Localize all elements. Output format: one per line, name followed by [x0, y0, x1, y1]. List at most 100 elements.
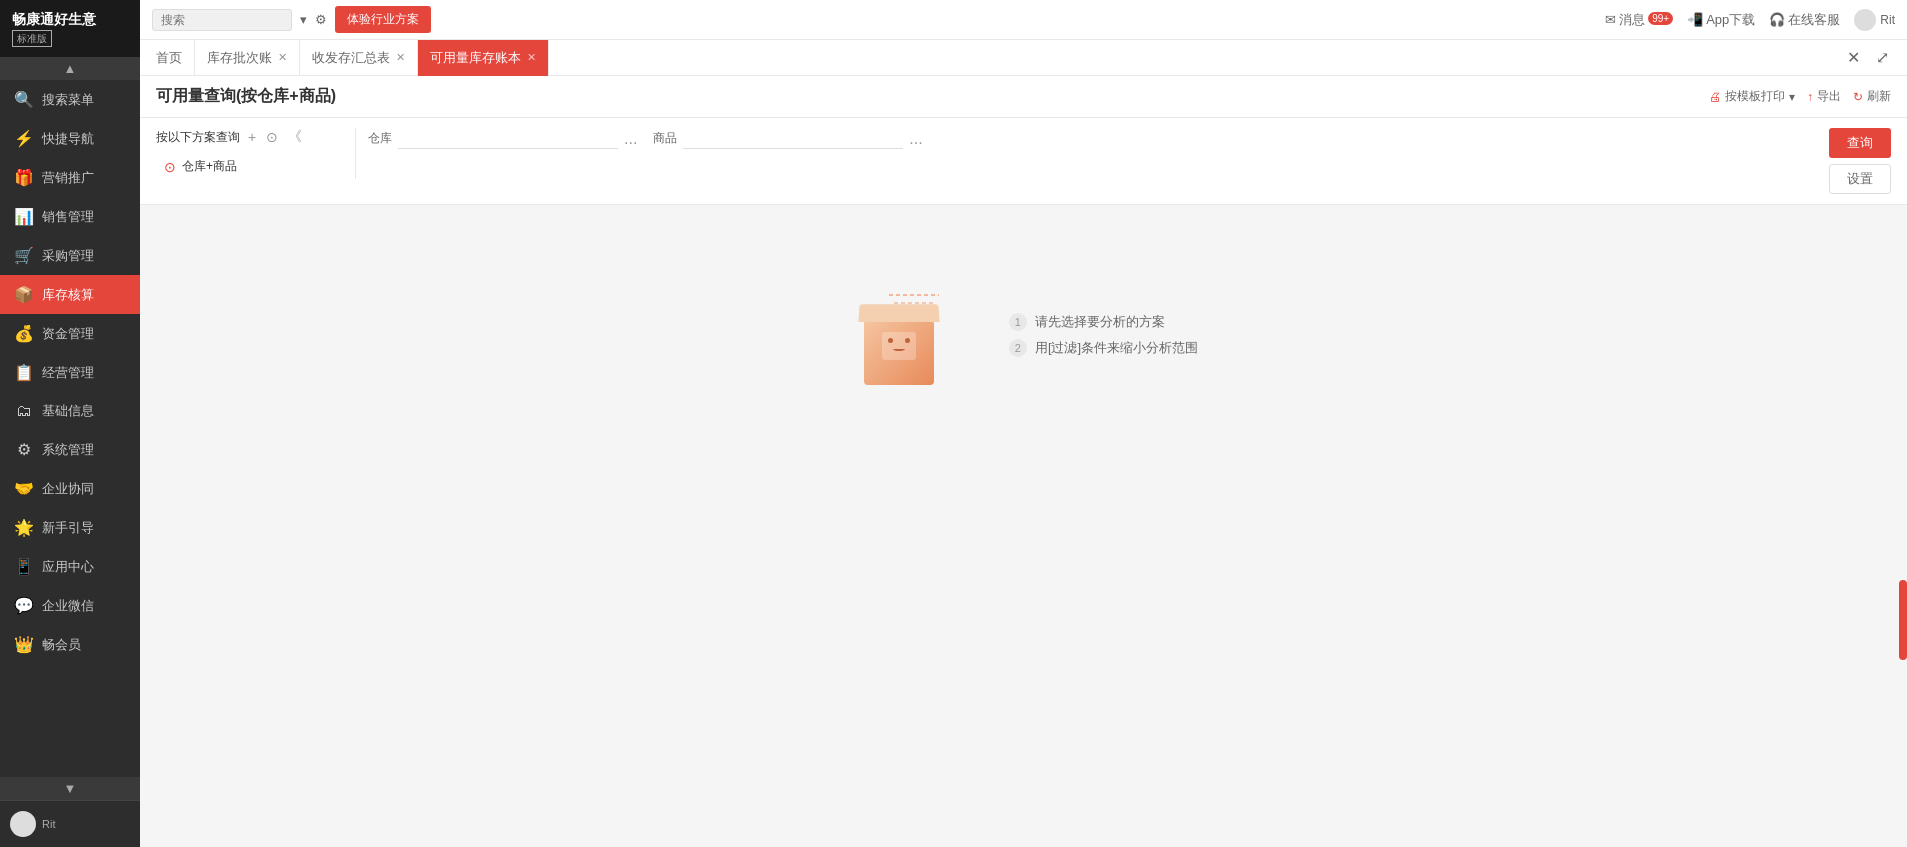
sidebar-item-label: 采购管理 — [42, 247, 94, 265]
chat-icon: 💬 — [14, 596, 34, 615]
box-icon: 📦 — [14, 285, 34, 304]
sidebar-item-apps[interactable]: 📱 应用中心 — [0, 547, 140, 586]
tabs-bar: 首页 库存批次账 ✕ 收发存汇总表 ✕ 可用量库存账本 ✕ ✕ ⤢ — [140, 40, 1907, 76]
folder-icon: 🗂 — [14, 402, 34, 420]
sidebar-item-member[interactable]: 👑 畅会员 — [0, 625, 140, 664]
avatar — [10, 811, 36, 837]
sidebar-item-search[interactable]: 🔍 搜索菜单 — [0, 80, 140, 119]
tab-summary-close[interactable]: ✕ — [396, 51, 405, 64]
sidebar-item-marketing[interactable]: 🎁 营销推广 — [0, 158, 140, 197]
scheme-item-warehouse[interactable]: ⊙ 仓库+商品 — [156, 154, 343, 179]
refresh-label: 刷新 — [1867, 88, 1891, 105]
tab-batch[interactable]: 库存批次账 ✕ — [195, 40, 300, 76]
user-avatar — [1854, 9, 1876, 31]
goods-label: 商品 — [653, 130, 677, 147]
message-badge: 99+ — [1648, 12, 1673, 25]
tab-available-label: 可用量库存账本 — [430, 49, 521, 67]
sidebar-item-inventory[interactable]: 📦 库存核算 — [0, 275, 140, 314]
app-edition: 标准版 — [12, 30, 52, 47]
app-download-label: App下载 — [1706, 11, 1755, 29]
tab-batch-close[interactable]: ✕ — [278, 51, 287, 64]
goods-dots-btn[interactable]: ... — [909, 130, 922, 148]
star-icon: 🌟 — [14, 518, 34, 537]
scheme-collapse-btn[interactable]: 《 — [286, 128, 304, 146]
hint-num-1: 1 — [1009, 313, 1027, 331]
tab-available-close[interactable]: ✕ — [527, 51, 536, 64]
online-service-label: 在线客服 — [1788, 11, 1840, 29]
dropdown-btn[interactable]: ▾ — [300, 12, 307, 27]
filter-row: 仓库 ... 商品 ... — [368, 128, 1817, 149]
export-btn[interactable]: ↑ 导出 — [1807, 88, 1841, 105]
topbar-right: ✉ 消息 99+ 📲 App下载 🎧 在线客服 Rit — [1605, 9, 1895, 31]
crown-icon: 👑 — [14, 635, 34, 654]
settings-btn[interactable]: 设置 — [1829, 164, 1891, 194]
tab-summary[interactable]: 收发存汇总表 ✕ — [300, 40, 418, 76]
sidebar-item-quick[interactable]: ⚡ 快捷导航 — [0, 119, 140, 158]
print-btn[interactable]: 🖨 按模板打印 ▾ — [1709, 88, 1795, 105]
warehouse-input[interactable] — [398, 128, 618, 149]
warehouse-dots-btn[interactable]: ... — [624, 130, 637, 148]
goods-field: 商品 ... — [653, 128, 922, 149]
user-area: Rit — [1854, 9, 1895, 31]
sidebar-item-label: 库存核算 — [42, 286, 94, 304]
sidebar-item-label: 营销推广 — [42, 169, 94, 187]
sidebar-item-label: 企业微信 — [42, 597, 94, 615]
tab-home[interactable]: 首页 — [144, 40, 195, 76]
tab-close-btn[interactable]: ✕ — [1841, 46, 1866, 69]
industry-btn[interactable]: 体验行业方案 — [335, 6, 431, 33]
page-title: 可用量查询(按仓库+商品) — [156, 86, 336, 107]
tab-summary-label: 收发存汇总表 — [312, 49, 390, 67]
sidebar-scroll-down[interactable]: ▼ — [0, 777, 140, 800]
box-face — [882, 332, 916, 360]
sidebar-footer: Rit — [0, 800, 140, 847]
hint-text-2: 用[过滤]条件来缩小分析范围 — [1035, 339, 1198, 357]
tab-available[interactable]: 可用量库存账本 ✕ — [418, 40, 549, 76]
gear-icon: ⚙ — [14, 440, 34, 459]
tab-batch-label: 库存批次账 — [207, 49, 272, 67]
message-btn[interactable]: ✉ 消息 99+ — [1605, 11, 1673, 29]
scheme-add-btn[interactable]: + — [246, 129, 258, 145]
hint-item-1: 1 请先选择要分析的方案 — [1009, 313, 1198, 331]
sidebar-item-operation[interactable]: 📋 经营管理 — [0, 353, 140, 392]
topbar-search-input[interactable] — [152, 9, 292, 31]
print-label: 按模板打印 — [1725, 88, 1785, 105]
right-scrollbar[interactable] — [1899, 580, 1907, 660]
download-icon: 📲 — [1687, 12, 1703, 27]
tab-expand-btn[interactable]: ⤢ — [1870, 46, 1895, 69]
gear-icon: ⚙ — [315, 12, 327, 27]
sidebar-item-wechat[interactable]: 💬 企业微信 — [0, 586, 140, 625]
goods-input[interactable] — [683, 128, 903, 149]
scheme-section: 按以下方案查询 + ⊙ 《 ⊙ 仓库+商品 — [156, 128, 356, 179]
scheme-settings-btn[interactable]: ⊙ — [264, 129, 280, 145]
sidebar-item-finance[interactable]: 💰 资金管理 — [0, 314, 140, 353]
settings-btn[interactable]: ⚙ — [315, 12, 327, 27]
quick-icon: ⚡ — [14, 129, 34, 148]
username-label: Rit — [1880, 13, 1895, 27]
sidebar-item-guide[interactable]: 🌟 新手引导 — [0, 508, 140, 547]
app-download-btn[interactable]: 📲 App下载 — [1687, 11, 1755, 29]
chevron-down-icon: ▾ — [300, 12, 307, 27]
sidebar-item-label: 应用中心 — [42, 558, 94, 576]
online-service-btn[interactable]: 🎧 在线客服 — [1769, 11, 1840, 29]
page-header: 可用量查询(按仓库+商品) 🖨 按模板打印 ▾ ↑ 导出 ↻ 刷新 — [140, 76, 1907, 118]
sidebar-item-system[interactable]: ⚙ 系统管理 — [0, 430, 140, 469]
user-name: Rit — [42, 818, 55, 830]
scheme-title: 按以下方案查询 — [156, 129, 240, 146]
sidebar-item-label: 新手引导 — [42, 519, 94, 537]
warehouse-field: 仓库 ... — [368, 128, 637, 149]
sidebar-scroll-up[interactable]: ▲ — [0, 57, 140, 80]
handshake-icon: 🤝 — [14, 479, 34, 498]
empty-illustration — [849, 285, 969, 385]
query-btn[interactable]: 查询 — [1829, 128, 1891, 158]
export-label: 导出 — [1817, 88, 1841, 105]
print-dropdown-icon: ▾ — [1789, 90, 1795, 104]
sidebar-item-corp[interactable]: 🤝 企业协同 — [0, 469, 140, 508]
sidebar-item-basic[interactable]: 🗂 基础信息 — [0, 392, 140, 430]
refresh-btn[interactable]: ↻ 刷新 — [1853, 88, 1891, 105]
cart-icon: 🛒 — [14, 246, 34, 265]
box-top — [858, 304, 939, 322]
sidebar-item-sales[interactable]: 📊 销售管理 — [0, 197, 140, 236]
gift-icon: 🎁 — [14, 168, 34, 187]
sidebar-item-label: 搜索菜单 — [42, 91, 94, 109]
sidebar-item-purchase[interactable]: 🛒 采购管理 — [0, 236, 140, 275]
